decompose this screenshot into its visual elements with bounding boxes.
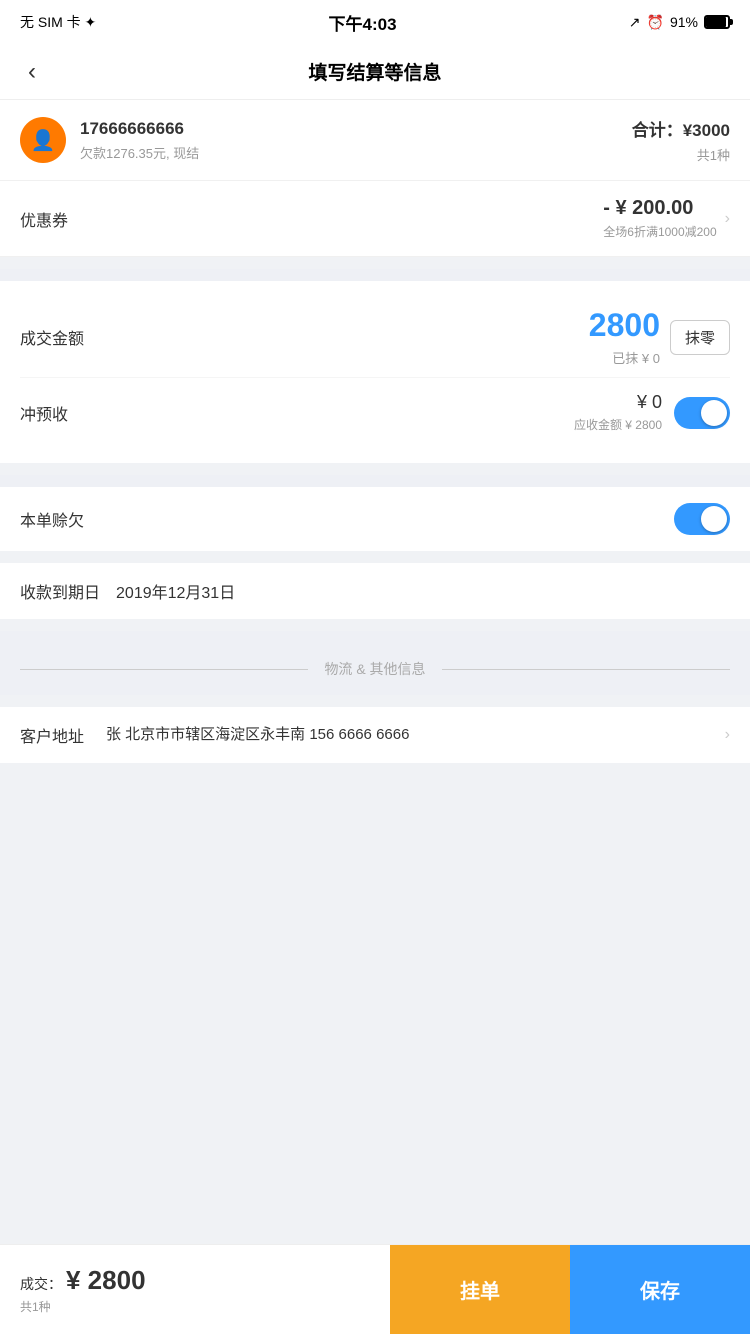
coupon-right: - ¥ 200.00 全场6折满1000减200 › bbox=[603, 197, 730, 240]
location-icon: ↗ bbox=[629, 14, 641, 31]
coupon-desc: 全场6折满1000减200 bbox=[603, 223, 716, 240]
page-title: 填写结算等信息 bbox=[308, 58, 441, 85]
address-chevron: › bbox=[725, 726, 730, 744]
prereceive-row: 冲预收 ¥ 0 应收金额 ¥ 2800 bbox=[20, 377, 730, 447]
prereceive-sub: 应收金额 ¥ 2800 bbox=[574, 416, 662, 433]
user-info-card: 👤 17666666666 欠款1276.35元, 现结 合计：¥3000 共1… bbox=[0, 100, 750, 257]
bottom-deal-label: 成交： bbox=[20, 1274, 62, 1294]
amount-block: 2800 已抹 ¥ 0 bbox=[589, 307, 660, 367]
bottom-summary: 成交： ¥ 2800 共1种 bbox=[0, 1245, 390, 1334]
prereceive-amount: ¥ 0 bbox=[574, 392, 662, 413]
battery-percent: 91% bbox=[670, 14, 698, 30]
total-value: 合计：¥3000 bbox=[632, 116, 730, 141]
amount-value: 2800 bbox=[589, 307, 660, 344]
clock-icon: ⏰ bbox=[647, 14, 664, 31]
logistics-line-right bbox=[442, 669, 730, 670]
bottom-deal-row: 成交： ¥ 2800 bbox=[20, 1265, 370, 1296]
bottom-bar: 成交： ¥ 2800 共1种 挂单 保存 bbox=[0, 1244, 750, 1334]
prereceive-right: ¥ 0 应收金额 ¥ 2800 bbox=[574, 392, 730, 433]
back-button[interactable]: ‹ bbox=[20, 50, 44, 94]
due-date-label: 收款到期日 bbox=[20, 579, 100, 603]
amount-section: 成交金额 2800 已抹 ¥ 0 抹零 冲预收 ¥ 0 应收金额 ¥ 2800 bbox=[0, 281, 750, 463]
status-time: 下午4:03 bbox=[329, 10, 397, 35]
bottom-deal-amount: ¥ 2800 bbox=[66, 1265, 146, 1296]
due-date-section: 收款到期日 2019年12月31日 bbox=[0, 563, 750, 619]
bottom-count: 共1种 bbox=[20, 1298, 370, 1315]
coupon-chevron: › bbox=[725, 210, 730, 228]
deal-amount-label: 成交金额 bbox=[20, 325, 84, 349]
user-details: 17666666666 欠款1276.35元, 现结 bbox=[80, 119, 199, 162]
deal-amount-right: 2800 已抹 ¥ 0 抹零 bbox=[589, 307, 730, 367]
logistics-section: 物流 & 其他信息 bbox=[0, 643, 750, 695]
coupon-row[interactable]: 优惠券 - ¥ 200.00 全场6折满1000减200 › bbox=[0, 181, 750, 257]
user-sub: 欠款1276.35元, 现结 bbox=[80, 143, 199, 162]
section-divider-3 bbox=[0, 631, 750, 643]
address-label: 客户地址 bbox=[20, 723, 90, 747]
section-divider-2 bbox=[0, 475, 750, 487]
debt-toggle-knob bbox=[701, 506, 727, 532]
debt-section: 本单赊欠 bbox=[0, 487, 750, 551]
content-area: 👤 17666666666 欠款1276.35元, 现结 合计：¥3000 共1… bbox=[0, 100, 750, 1075]
address-section[interactable]: 客户地址 张 北京市市辖区海淀区永丰南 156 6666 6666 › bbox=[0, 707, 750, 763]
user-total: 合计：¥3000 共1种 bbox=[632, 116, 730, 164]
coupon-amount: - ¥ 200.00 bbox=[603, 197, 716, 220]
avatar-icon: 👤 bbox=[31, 128, 56, 153]
prereceive-label: 冲预收 bbox=[20, 401, 68, 425]
toggle-knob bbox=[701, 400, 727, 426]
battery-icon bbox=[704, 15, 730, 29]
save-button[interactable]: 保存 bbox=[570, 1245, 750, 1334]
wipe-zero-button[interactable]: 抹零 bbox=[670, 320, 730, 355]
debt-toggle[interactable] bbox=[674, 503, 730, 535]
deal-amount-row: 成交金额 2800 已抹 ¥ 0 抹零 bbox=[20, 297, 730, 377]
already-zero: 已抹 ¥ 0 bbox=[589, 348, 660, 367]
user-info-left: 👤 17666666666 欠款1276.35元, 现结 bbox=[20, 117, 199, 163]
due-date-value: 2019年12月31日 bbox=[116, 579, 235, 603]
logistics-text: 物流 & 其他信息 bbox=[324, 659, 425, 679]
coupon-label: 优惠券 bbox=[20, 207, 68, 231]
section-divider-1 bbox=[0, 269, 750, 281]
nav-bar: ‹ 填写结算等信息 bbox=[0, 44, 750, 100]
total-count: 共1种 bbox=[632, 145, 730, 164]
address-value: 张 北京市市辖区海淀区永丰南 156 6666 6666 bbox=[106, 724, 725, 747]
gray-space bbox=[0, 775, 750, 975]
user-info-row: 👤 17666666666 欠款1276.35元, 现结 合计：¥3000 共1… bbox=[0, 100, 750, 181]
pending-button[interactable]: 挂单 bbox=[390, 1245, 570, 1334]
coupon-amount-block: - ¥ 200.00 全场6折满1000减200 bbox=[603, 197, 716, 240]
status-bar: 无 SIM 卡 ✦ 下午4:03 ↗ ⏰ 91% bbox=[0, 0, 750, 44]
status-right: ↗ ⏰ 91% bbox=[629, 14, 730, 31]
prereceive-amounts: ¥ 0 应收金额 ¥ 2800 bbox=[574, 392, 662, 433]
sim-status: 无 SIM 卡 ✦ bbox=[20, 12, 96, 32]
avatar: 👤 bbox=[20, 117, 66, 163]
status-left: 无 SIM 卡 ✦ bbox=[20, 12, 96, 32]
prereceive-toggle[interactable] bbox=[674, 397, 730, 429]
debt-label: 本单赊欠 bbox=[20, 507, 84, 531]
user-phone: 17666666666 bbox=[80, 119, 199, 139]
logistics-line-left bbox=[20, 669, 308, 670]
